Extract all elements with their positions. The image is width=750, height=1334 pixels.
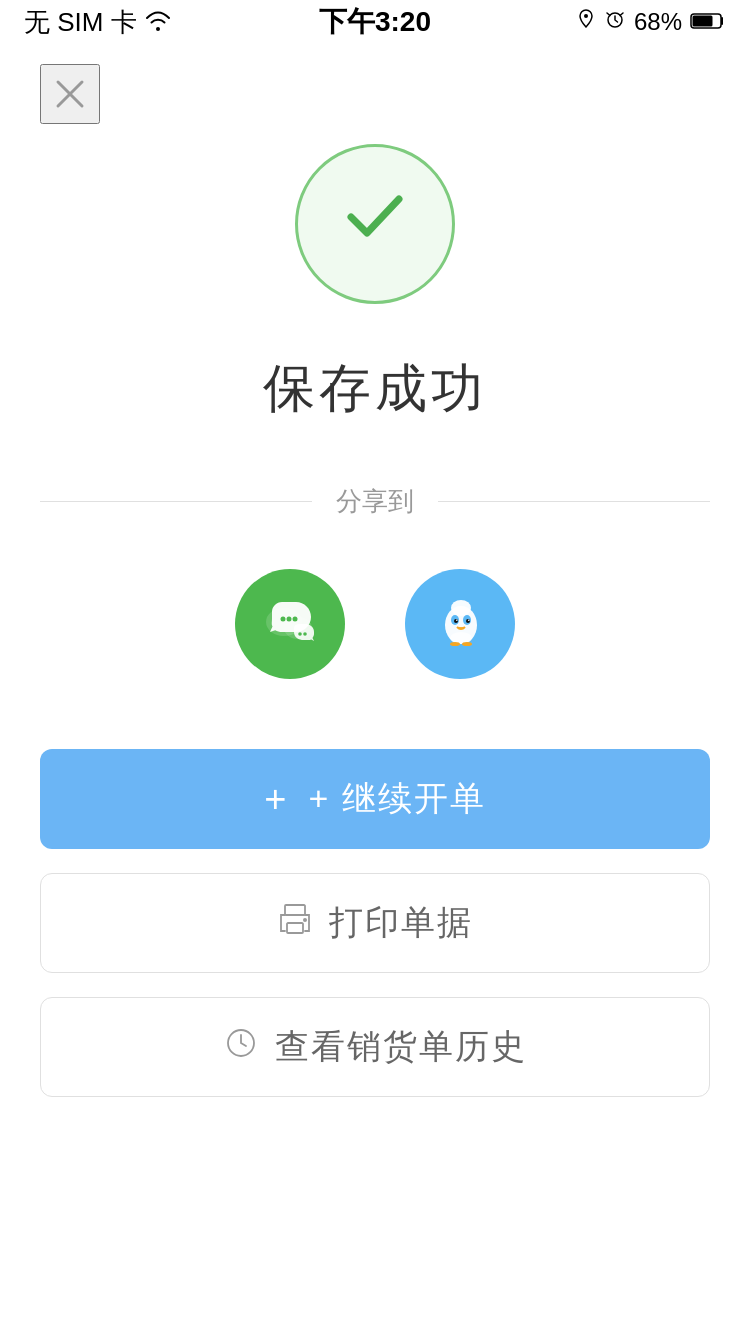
history-label: 查看销货单历史 <box>275 1024 527 1070</box>
main-content: 保存成功 分享到 <box>0 44 750 1334</box>
divider-line-left <box>40 501 312 502</box>
close-button[interactable] <box>40 64 100 124</box>
svg-rect-24 <box>285 905 305 915</box>
qq-share-button[interactable] <box>405 569 515 679</box>
divider-label: 分享到 <box>312 484 438 519</box>
svg-point-10 <box>292 616 297 621</box>
status-right: 68% <box>576 8 726 36</box>
svg-point-21 <box>450 642 460 646</box>
continue-new-button[interactable]: + + 继续开单 <box>40 749 710 849</box>
svg-point-11 <box>298 632 302 636</box>
svg-point-12 <box>303 632 307 636</box>
svg-point-22 <box>462 642 472 646</box>
divider-line-right <box>438 501 710 502</box>
success-circle <box>295 144 455 304</box>
wechat-icon <box>258 592 323 657</box>
status-bar: 无 SIM 卡 下午3:20 68% <box>0 0 750 44</box>
share-divider: 分享到 <box>40 484 710 519</box>
share-icons-container <box>235 569 515 679</box>
alarm-icon <box>604 8 626 36</box>
svg-point-16 <box>454 619 458 623</box>
battery-icon <box>690 8 726 36</box>
status-left: 无 SIM 卡 <box>24 5 171 40</box>
battery-percentage: 68% <box>634 8 682 36</box>
continue-new-label: + 继续开单 <box>308 776 485 822</box>
print-icon <box>277 901 313 945</box>
svg-point-0 <box>584 14 588 18</box>
no-sim-text: 无 SIM 卡 <box>24 5 137 40</box>
svg-rect-3 <box>693 16 713 27</box>
svg-point-26 <box>303 918 307 922</box>
wifi-icon <box>145 7 171 38</box>
location-icon <box>576 8 596 36</box>
checkmark-icon <box>335 175 415 268</box>
svg-point-9 <box>286 616 291 621</box>
svg-point-19 <box>468 619 470 621</box>
plus-icon: + <box>264 778 288 821</box>
action-buttons: + + 继续开单 打印单据 <box>40 749 710 1097</box>
close-icon <box>52 76 88 112</box>
history-button[interactable]: 查看销货单历史 <box>40 997 710 1097</box>
status-time: 下午3:20 <box>319 3 431 41</box>
qq-icon <box>428 592 493 657</box>
history-icon <box>223 1025 259 1069</box>
svg-point-17 <box>466 619 470 623</box>
svg-point-23 <box>451 600 471 616</box>
svg-rect-25 <box>287 923 303 933</box>
svg-point-18 <box>456 619 458 621</box>
wechat-share-button[interactable] <box>235 569 345 679</box>
success-title: 保存成功 <box>263 354 487 424</box>
print-button[interactable]: 打印单据 <box>40 873 710 973</box>
svg-point-8 <box>280 616 285 621</box>
print-label: 打印单据 <box>329 900 473 946</box>
